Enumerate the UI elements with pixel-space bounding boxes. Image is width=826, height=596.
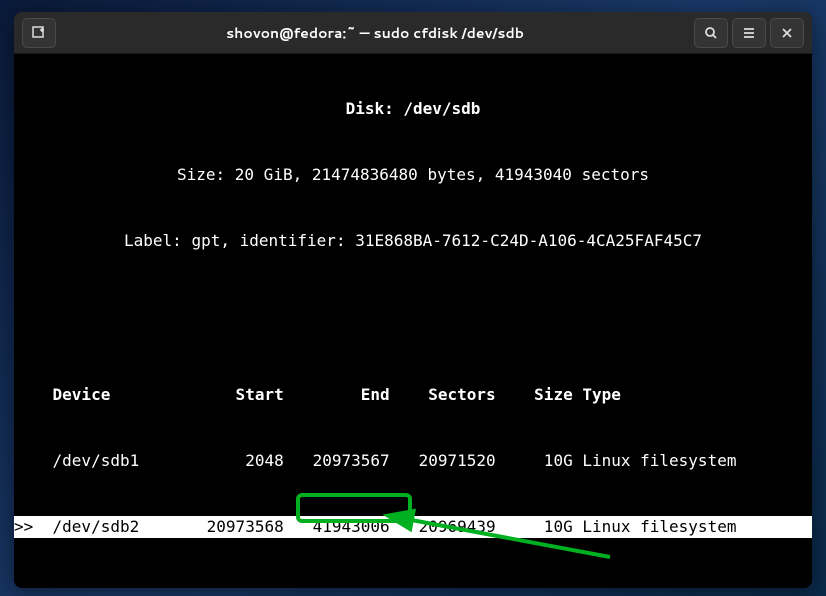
close-icon <box>779 25 795 41</box>
new-tab-icon <box>31 25 47 41</box>
blank <box>14 296 812 318</box>
label-header: Label: gpt, identifier: 31E868BA-7612-C2… <box>14 230 812 252</box>
size-header: Size: 20 GiB, 21474836480 bytes, 4194304… <box>14 164 812 186</box>
search-icon <box>703 25 719 41</box>
table-header: Device Start End Sectors Size Type <box>14 384 812 406</box>
window-title: shovon@fedora:~ — sudo cfdisk /dev/sdb <box>58 23 692 43</box>
partition-row-2-selected[interactable]: >> /dev/sdb2 20973568 41943006 20969439 … <box>14 516 812 538</box>
terminal-window: shovon@fedora:~ — sudo cfdisk /dev/sdb D… <box>14 12 812 588</box>
disk-header: Disk: /dev/sdb <box>14 98 812 120</box>
titlebar: shovon@fedora:~ — sudo cfdisk /dev/sdb <box>14 12 812 54</box>
hamburger-icon <box>741 25 757 41</box>
search-button[interactable] <box>694 18 728 48</box>
new-tab-button[interactable] <box>22 18 56 48</box>
terminal-body[interactable]: Disk: /dev/sdb Size: 20 GiB, 21474836480… <box>14 54 812 588</box>
menu-button[interactable] <box>732 18 766 48</box>
partition-row-1[interactable]: /dev/sdb1 2048 20973567 20971520 10G Lin… <box>14 450 812 472</box>
close-button[interactable] <box>770 18 804 48</box>
